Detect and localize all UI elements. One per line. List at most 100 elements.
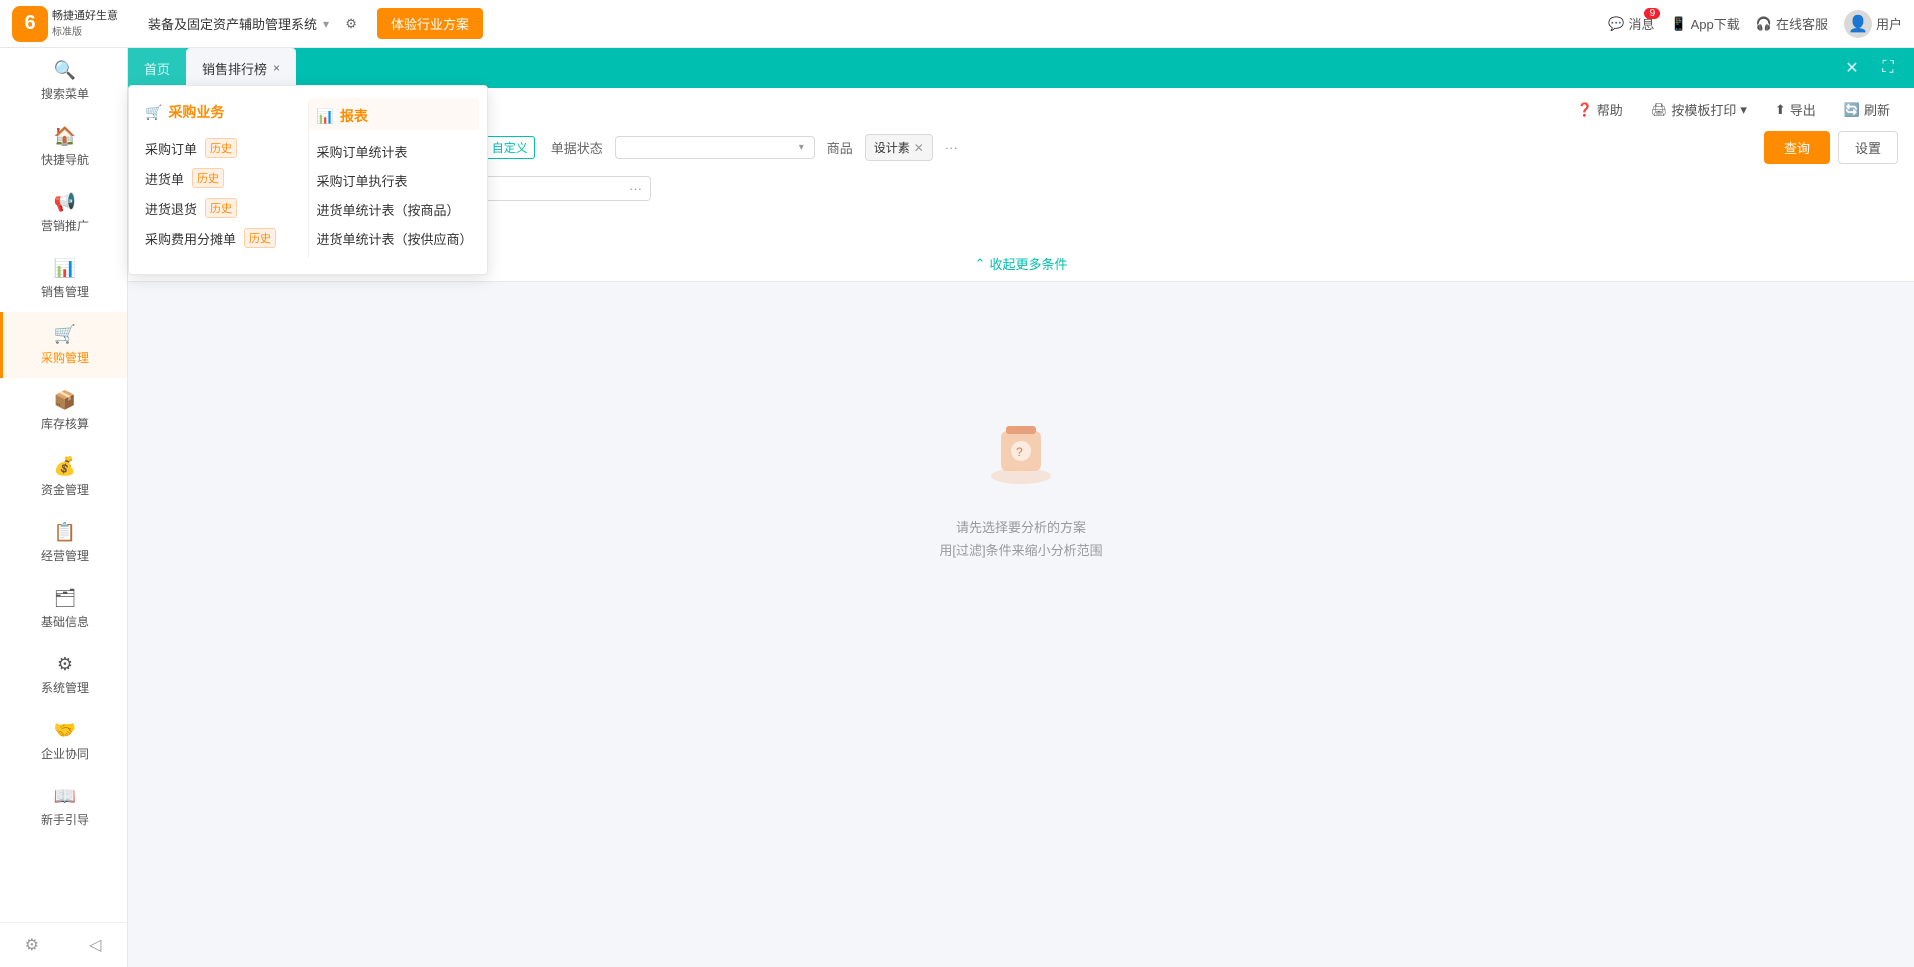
system-icon: ⚙ [57,654,73,675]
print-arrow: ▾ [1740,102,1747,118]
user-avatar: 👤 [1844,10,1872,38]
user-btn[interactable]: 👤 用户 [1844,10,1902,38]
sidebar-label-system: 系统管理 [41,679,89,696]
messages-btn[interactable]: 💬 消息 9 [1608,14,1654,33]
purchase-expense-label: 采购费用分摊单 [145,229,236,248]
logo-line2: 标准版 [52,23,118,38]
tab-actions: ✕ ⛶ [1838,54,1914,82]
help-btn[interactable]: ❓ 帮助 [1569,96,1631,123]
report-order-exec-label: 采购订单执行表 [317,171,408,190]
goods-tag: 设计素 ✕ [865,134,933,161]
sidebar-item-system[interactable]: ⚙ 系统管理 [0,642,127,708]
goods-more-dots[interactable]: ··· [945,140,958,155]
action-buttons: 查询 设置 [1764,131,1898,164]
date-custom-btn[interactable]: 自定义 [485,136,535,159]
online-service-label: 在线客服 [1776,14,1828,33]
sales-icon: 📊 [54,258,76,279]
sidebar-label-finance: 资金管理 [41,481,89,498]
purchase-order-history[interactable]: 历史 [205,138,237,158]
sidebar-bottom: ⚙ ◁ [0,922,127,967]
sidebar-item-enterprise[interactable]: 🤝 企业协同 [0,708,127,774]
collapse-btn[interactable]: ⌃ 收起更多条件 [975,254,1068,273]
doc-status-label: 单据状态 [551,138,603,157]
title-dropdown-arrow[interactable]: ▾ [323,17,329,31]
doc-status-select[interactable]: ▾ [615,136,815,159]
goods-label: 商品 [827,138,853,157]
marketing-icon: 📢 [54,192,76,213]
logo-line1: 畅捷通好生意 [52,9,118,23]
report-in-goods-label: 进货单统计表（按商品） [317,200,460,219]
finance-icon: 💰 [54,456,76,477]
doc-status-arrow: ▾ [799,142,804,153]
sidebar-item-marketing[interactable]: 📢 营销推广 [0,180,127,246]
menu-item-report-in-goods[interactable]: 进货单统计表（按商品） [317,200,472,219]
purchase-return-history[interactable]: 历史 [205,198,237,218]
search-icon: 🔍 [54,60,76,81]
sidebar-item-inventory[interactable]: 📦 库存核算 [0,378,127,444]
menu-item-purchase-return[interactable]: 进货退货 历史 [145,198,300,218]
tab-home[interactable]: 首页 [128,48,186,88]
tab-maximize-btn[interactable]: ⛶ [1874,54,1902,82]
print-btn[interactable]: 🖨 按模板打印 ▾ [1643,96,1755,123]
inventory-icon: 📦 [54,390,76,411]
menu-item-purchase-expense[interactable]: 采购费用分摊单 历史 [145,228,300,248]
print-label: 按模板打印 [1671,100,1736,119]
tab-close-icon[interactable]: × [273,61,280,75]
sidebar-item-finance[interactable]: 💰 资金管理 [0,444,127,510]
settings-icon-btn[interactable]: ⚙ [337,10,365,38]
reports-menu-title-label: 报表 [340,106,368,126]
query-btn[interactable]: 查询 [1764,131,1830,164]
report-in-supplier-label: 进货单统计表（按供应商） [317,229,472,248]
industry-btn[interactable]: 体验行业方案 [377,8,483,39]
tab-sales-rank-label: 销售排行榜 [202,59,267,78]
empty-illustration: ? [971,401,1071,501]
system-title: 装备及固定资产辅助管理系统 [148,14,317,33]
menu-item-report-in-supplier[interactable]: 进货单统计表（按供应商） [317,229,472,248]
app-download-btn[interactable]: 📱 App下载 [1670,14,1739,33]
help-icon: ❓ [1577,102,1593,118]
logo-icon: 6 [12,6,48,42]
purchase-order-label: 采购订单 [145,139,197,158]
goods-tag-value: 设计素 [874,139,910,156]
menu-item-purchase-order[interactable]: 采购订单 历史 [145,138,300,158]
print-icon: 🖨 [1651,102,1668,118]
top-nav: 装备及固定资产辅助管理系统 ▾ ⚙ 体验行业方案 [140,8,1608,39]
sidebar-item-quick-nav[interactable]: 🏠 快捷导航 [0,114,127,180]
purchase-in-history[interactable]: 历史 [192,168,224,188]
sidebar-item-purchase[interactable]: 🛒 采购管理 [0,312,127,378]
sidebar-item-sales[interactable]: 📊 销售管理 [0,246,127,312]
purchase-icon: 🛒 [54,324,76,345]
sidebar-collapse-btn[interactable]: ◁ [64,923,128,967]
refresh-btn[interactable]: 🔄 刷新 [1836,96,1898,123]
export-btn[interactable]: ⬆ 导出 [1767,96,1824,123]
sidebar-item-search[interactable]: 🔍 搜索菜单 [0,48,127,114]
content-area: 首页 销售排行榜 × ✕ ⛶ ❓ [128,48,1914,967]
sidebar-label-basic-info: 基础信息 [41,613,89,630]
menu-item-purchase-in[interactable]: 进货单 历史 [145,168,300,188]
tab-close-window-btn[interactable]: ✕ [1838,54,1866,82]
tab-sales-rank[interactable]: 销售排行榜 × [186,48,296,88]
sidebar-label-enterprise: 企业协同 [41,745,89,762]
menu-item-report-order-exec[interactable]: 采购订单执行表 [317,171,472,190]
enterprise-icon: 🤝 [54,720,76,741]
settings-btn[interactable]: 设置 [1838,131,1898,164]
sidebar-item-operations[interactable]: 📋 经营管理 [0,510,127,576]
sidebar-item-basic-info[interactable]: 🗂 基础信息 [0,576,127,642]
phone-icon: 📱 [1670,16,1686,32]
menu-item-report-order-stats[interactable]: 采购订单统计表 [317,142,472,161]
logo-text-block: 畅捷通好生意 标准版 [52,9,118,38]
purchase-expense-history[interactable]: 历史 [244,228,276,248]
sidebar-item-guide[interactable]: 📖 新手引导 [0,774,127,840]
empty-line2: 用[过滤]条件来缩小分析范围 [939,540,1102,559]
sidebar-label-sales: 销售管理 [41,283,89,300]
goods-tag-close[interactable]: ✕ [914,141,924,155]
sidebar-label-operations: 经营管理 [41,547,89,564]
online-service-btn[interactable]: 🎧 在线客服 [1756,14,1828,33]
message-icon: 💬 [1608,16,1624,32]
export-label: 导出 [1790,100,1816,119]
sidebar-label-guide: 新手引导 [41,811,89,828]
salesman-dots: ··· [629,181,642,196]
export-icon: ⬆ [1775,102,1786,118]
report-order-stats-label: 采购订单统计表 [317,142,408,161]
sidebar-settings-btn[interactable]: ⚙ [0,923,64,967]
